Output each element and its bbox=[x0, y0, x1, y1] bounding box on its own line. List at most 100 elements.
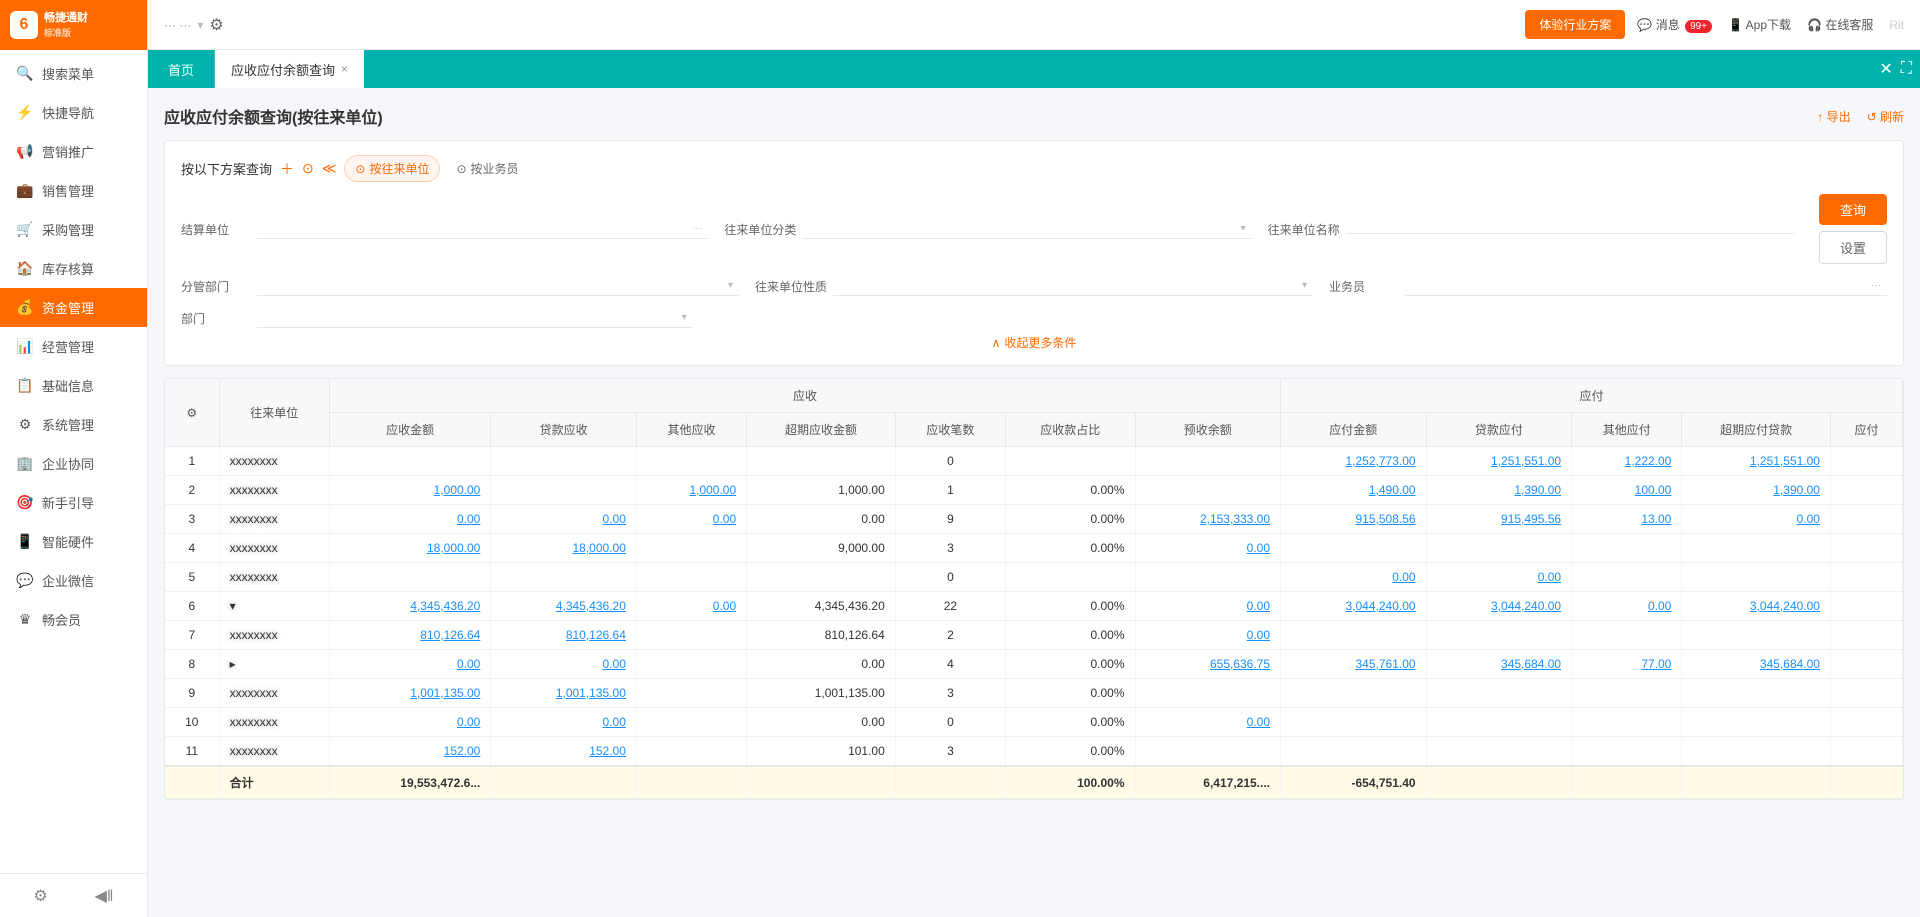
tab-close-icon[interactable]: × bbox=[341, 62, 348, 76]
row-ar-amount[interactable]: 810,126.64 bbox=[329, 621, 491, 650]
sidebar-item-0[interactable]: 🔍搜索菜单 bbox=[0, 54, 147, 93]
setting-button[interactable]: 设置 bbox=[1819, 231, 1887, 264]
tab-home[interactable]: 首页 bbox=[148, 50, 215, 88]
salesperson-input[interactable]: ··· bbox=[1405, 276, 1887, 296]
filter-gear-icon[interactable]: ⊙ bbox=[302, 160, 314, 177]
row-ap-amount[interactable]: 345,761.00 bbox=[1281, 650, 1427, 679]
row-ar-amount[interactable]: 1,001,135.00 bbox=[329, 679, 491, 708]
fenguan-dept-input[interactable]: ▾ bbox=[257, 276, 739, 296]
sidebar-item-2[interactable]: 📢营销推广 bbox=[0, 132, 147, 171]
row-ap-other[interactable]: 13.00 bbox=[1572, 505, 1682, 534]
header-gear-icon[interactable]: ⚙ bbox=[209, 15, 223, 35]
row-ap-overdue[interactable]: 345,684.00 bbox=[1682, 650, 1831, 679]
sidebar-item-10[interactable]: 🏢企业协同 bbox=[0, 444, 147, 483]
filter-collapse-btn[interactable]: ∧ 收起更多条件 bbox=[181, 328, 1887, 351]
solution-button[interactable]: 体验行业方案 bbox=[1525, 10, 1625, 39]
sidebar-item-14[interactable]: ♛畅会员 bbox=[0, 600, 147, 639]
row-ar-amount[interactable]: 0.00 bbox=[329, 708, 491, 737]
row-ar-prepay[interactable]: 0.00 bbox=[1135, 534, 1281, 563]
liaolai-nature-input[interactable]: ▾ bbox=[833, 276, 1313, 296]
row-ar-loan[interactable]: 0.00 bbox=[491, 505, 637, 534]
row-ar-loan[interactable]: 152.00 bbox=[491, 737, 637, 767]
row-ar-other[interactable]: 0.00 bbox=[636, 505, 746, 534]
row-ar-amount[interactable]: 4,345,436.20 bbox=[329, 592, 491, 621]
row-ar-prepay[interactable]: 0.00 bbox=[1135, 592, 1281, 621]
refresh-button[interactable]: ↺ 刷新 bbox=[1867, 108, 1904, 125]
filter-row-3: 部门 ▾ bbox=[181, 308, 1887, 328]
row-ar-loan[interactable]: 4,345,436.20 bbox=[491, 592, 637, 621]
row-ap-overdue[interactable]: 1,251,551.00 bbox=[1682, 447, 1831, 476]
row-ap-other[interactable]: 1,222.00 bbox=[1572, 447, 1682, 476]
row-ar-other[interactable]: 1,000.00 bbox=[636, 476, 746, 505]
breadcrumb-chevron[interactable]: ▾ bbox=[197, 18, 203, 32]
sidebar-item-12[interactable]: 📱智能硬件 bbox=[0, 522, 147, 561]
scheme-partner[interactable]: ⊙ 按往来单位 bbox=[344, 155, 440, 182]
jiesuan-unit-input[interactable]: ··· bbox=[257, 219, 708, 239]
sidebar-item-9[interactable]: ⚙系统管理 bbox=[0, 405, 147, 444]
row-ar-prepay[interactable]: 0.00 bbox=[1135, 708, 1281, 737]
filter-collapse-icon[interactable]: ≪ bbox=[322, 160, 337, 177]
row-ar-amount[interactable]: 0.00 bbox=[329, 505, 491, 534]
row-ar-amount[interactable]: 0.00 bbox=[329, 650, 491, 679]
row-ap-loan[interactable]: 1,390.00 bbox=[1426, 476, 1572, 505]
row-ap-amount[interactable]: 1,490.00 bbox=[1281, 476, 1427, 505]
row-ar-other[interactable]: 0.00 bbox=[636, 592, 746, 621]
app-download-section[interactable]: 📱 App下载 bbox=[1728, 16, 1791, 33]
row-ar-loan[interactable]: 810,126.64 bbox=[491, 621, 637, 650]
collapse-footer-icon[interactable]: ◀‖ bbox=[95, 886, 114, 906]
tab-maximize-icon[interactable]: ⛶ bbox=[1901, 60, 1912, 78]
scheme-salesperson[interactable]: ⊙ 按业务员 bbox=[446, 156, 528, 181]
row-ar-prepay[interactable]: 655,636.75 bbox=[1135, 650, 1281, 679]
row-ar-loan[interactable]: 18,000.00 bbox=[491, 534, 637, 563]
export-button[interactable]: ↑ 导出 bbox=[1817, 108, 1850, 125]
row-ap-amount[interactable]: 0.00 bbox=[1281, 563, 1427, 592]
row-ap-other[interactable]: 77.00 bbox=[1572, 650, 1682, 679]
sidebar-item-3[interactable]: 💼销售管理 bbox=[0, 171, 147, 210]
sidebar-item-7[interactable]: 📊经营管理 bbox=[0, 327, 147, 366]
tab-bar: 首页 应收应付余额查询 × ✕ ⛶ bbox=[148, 50, 1920, 88]
row-ap-loan[interactable]: 915,495.56 bbox=[1426, 505, 1572, 534]
table-row: 8 ▸ 0.00 0.00 0.00 4 0.00% 655,636.75 34… bbox=[165, 650, 1903, 679]
sidebar-item-8[interactable]: 📋基础信息 bbox=[0, 366, 147, 405]
sidebar-item-11[interactable]: 🎯新手引导 bbox=[0, 483, 147, 522]
tab-close-window-icon[interactable]: ✕ bbox=[1879, 59, 1892, 79]
sidebar-item-4[interactable]: 🛒采购管理 bbox=[0, 210, 147, 249]
row-ar-amount[interactable]: 18,000.00 bbox=[329, 534, 491, 563]
row-ar-loan[interactable]: 0.00 bbox=[491, 650, 637, 679]
row-ap-other[interactable]: 0.00 bbox=[1572, 592, 1682, 621]
row-ap-amount[interactable]: 3,044,240.00 bbox=[1281, 592, 1427, 621]
sidebar-nav: 🔍搜索菜单⚡快捷导航📢营销推广💼销售管理🛒采购管理🏠库存核算💰资金管理📊经营管理… bbox=[0, 50, 147, 873]
row-ar-loan[interactable]: 1,001,135.00 bbox=[491, 679, 637, 708]
liaolai-category-input[interactable]: ▾ bbox=[802, 219, 1251, 239]
row-ap-loan[interactable]: 1,251,551.00 bbox=[1426, 447, 1572, 476]
tab-active[interactable]: 应收应付余额查询 × bbox=[215, 50, 364, 88]
col-gear[interactable]: ⚙ bbox=[165, 379, 219, 447]
row-ar-loan[interactable]: 0.00 bbox=[491, 708, 637, 737]
row-ap-overdue[interactable]: 1,390.00 bbox=[1682, 476, 1831, 505]
row-ap-loan[interactable]: 345,684.00 bbox=[1426, 650, 1572, 679]
row-ar-prepay[interactable]: 0.00 bbox=[1135, 621, 1281, 650]
sidebar-item-1[interactable]: ⚡快捷导航 bbox=[0, 93, 147, 132]
row-ar-overdue: 9,000.00 bbox=[747, 534, 896, 563]
settings-footer-icon[interactable]: ⚙ bbox=[33, 886, 47, 906]
online-service-section[interactable]: 🎧 在线客服 bbox=[1807, 16, 1873, 33]
dept-input[interactable]: ▾ bbox=[257, 308, 693, 328]
row-ar-prepay[interactable]: 2,153,333.00 bbox=[1135, 505, 1281, 534]
row-ar-amount[interactable]: 152.00 bbox=[329, 737, 491, 767]
row-ap-overdue[interactable]: 0.00 bbox=[1682, 505, 1831, 534]
sidebar-item-13[interactable]: 💬企业微信 bbox=[0, 561, 147, 600]
row-ap-amount[interactable]: 1,252,773.00 bbox=[1281, 447, 1427, 476]
sidebar-item-6[interactable]: 💰资金管理 bbox=[0, 288, 147, 327]
row-ap-loan[interactable]: 0.00 bbox=[1426, 563, 1572, 592]
row-ap-other[interactable]: 100.00 bbox=[1572, 476, 1682, 505]
message-section[interactable]: 💬 消息 99+ bbox=[1637, 16, 1712, 33]
row-ar-amount[interactable]: 1,000.00 bbox=[329, 476, 491, 505]
sidebar-item-5[interactable]: 🏠库存核算 bbox=[0, 249, 147, 288]
liaolai-name-input[interactable] bbox=[1346, 225, 1795, 234]
filter-add-icon[interactable]: ＋ bbox=[280, 159, 294, 179]
row-ap-other bbox=[1572, 679, 1682, 708]
row-ap-amount[interactable]: 915,508.56 bbox=[1281, 505, 1427, 534]
row-ap-loan[interactable]: 3,044,240.00 bbox=[1426, 592, 1572, 621]
query-button[interactable]: 查询 bbox=[1819, 194, 1887, 225]
row-ap-overdue[interactable]: 3,044,240.00 bbox=[1682, 592, 1831, 621]
